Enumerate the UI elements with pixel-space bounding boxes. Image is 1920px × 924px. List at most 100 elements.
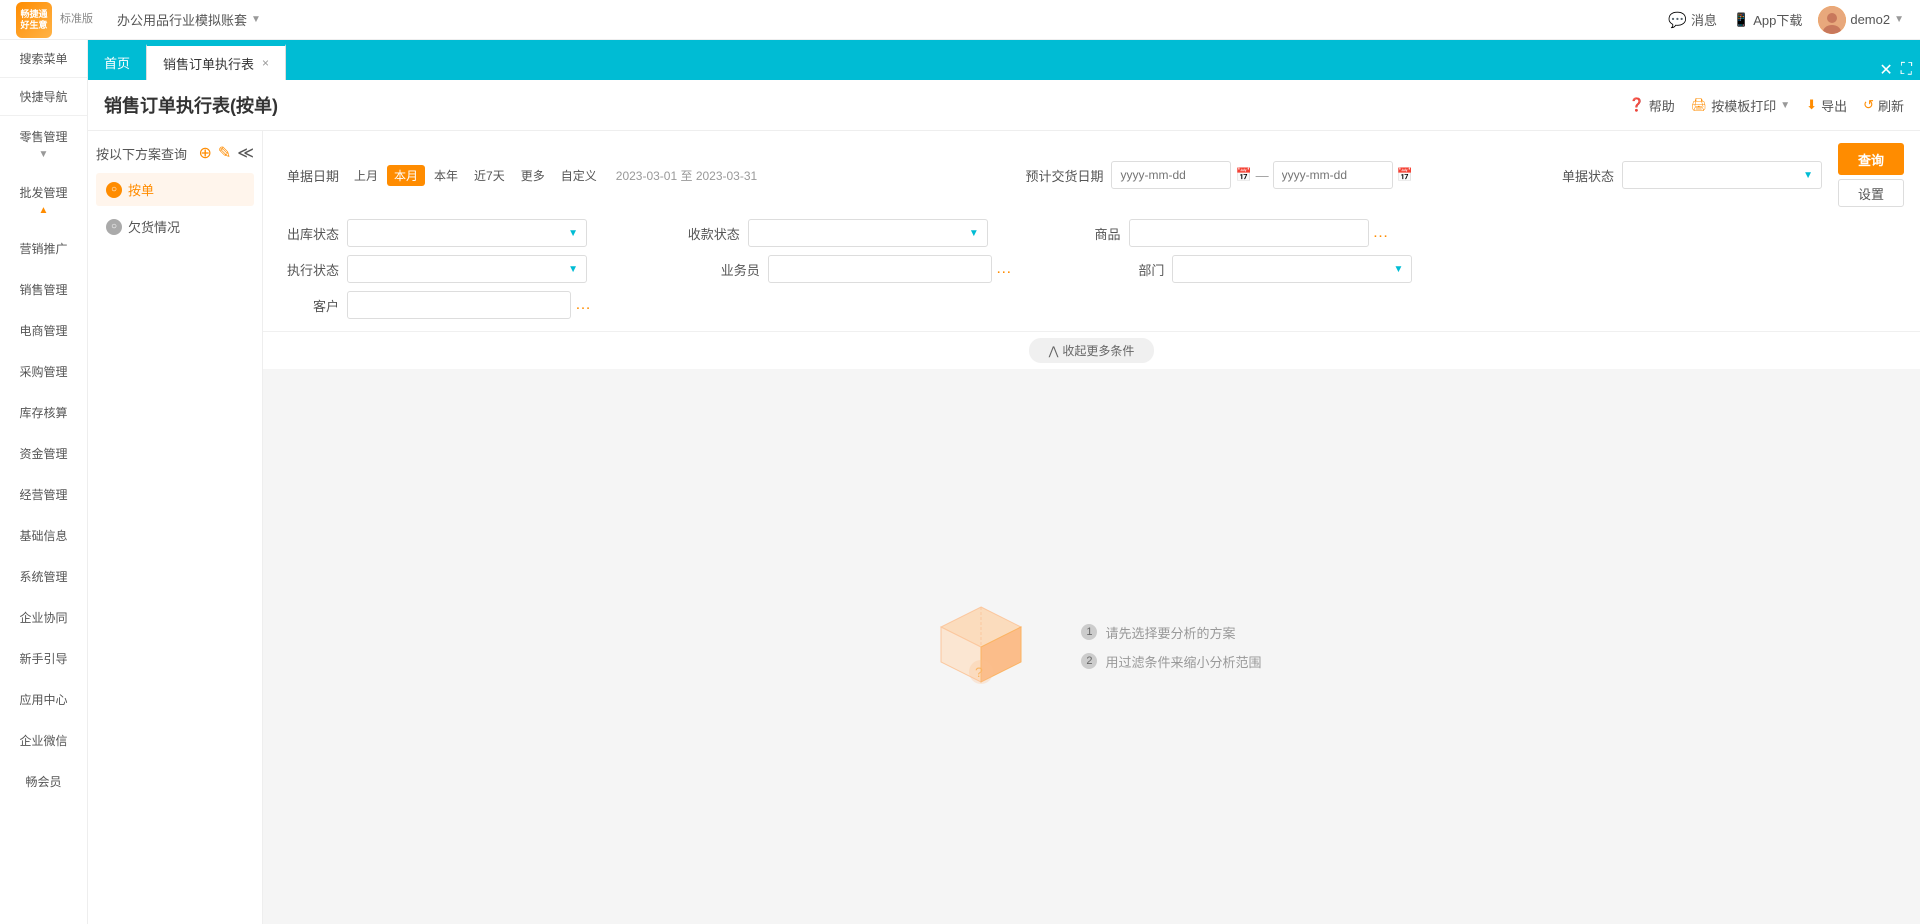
- collapse-btn[interactable]: ⋀ 收起更多条件: [1029, 338, 1155, 363]
- tab-bar: 首页 销售订单执行表 × ✕ ⛶: [88, 40, 1920, 80]
- empty-tip-2: 2 用过滤条件来缩小分析范围: [1081, 652, 1261, 671]
- sidebar-item-apps[interactable]: 应用中心: [0, 679, 87, 720]
- dept-arrow: ▼: [1394, 264, 1404, 275]
- marketing-label: 营销推广: [19, 240, 67, 257]
- system-label: 系统管理: [19, 568, 67, 585]
- sidebar-item-purchase[interactable]: 采购管理: [0, 351, 87, 392]
- expected-date-end[interactable]: [1273, 161, 1393, 189]
- main-content: 按以下方案查询 ⊕ ✎ ≪ ○ 按单 ○: [88, 131, 1920, 924]
- maximize-window-btn[interactable]: ⛶: [1901, 61, 1912, 79]
- close-window-btn[interactable]: ✕: [1879, 60, 1892, 80]
- date-tab-more[interactable]: 更多: [514, 165, 552, 186]
- scheme-item-order-icon: ○: [106, 182, 122, 198]
- user-profile[interactable]: demo2 ▼: [1818, 6, 1904, 34]
- customer-dots-btn[interactable]: …: [575, 296, 591, 314]
- refresh-btn[interactable]: ↺ 刷新: [1863, 96, 1904, 115]
- date-tabs: 上月 本月 本年 近7天 更多 自定义: [347, 165, 604, 186]
- goods-input[interactable]: [1129, 219, 1369, 247]
- tab-bar-right-actions: ✕ ⛶: [1871, 60, 1920, 80]
- date-tab-7days[interactable]: 近7天: [467, 165, 512, 186]
- sidebar-item-newbie[interactable]: 新手引导: [0, 638, 87, 679]
- scheme-panel-actions: ⊕ ✎ ≪: [198, 143, 254, 163]
- receipt-label: 收款状态: [680, 224, 740, 243]
- salesperson-dots-btn[interactable]: …: [996, 260, 1012, 278]
- tip1-num: 1: [1081, 624, 1097, 640]
- scheme-item-shortage[interactable]: ○ 欠货情况: [96, 210, 254, 243]
- sidebar-item-basic[interactable]: 基础信息: [0, 515, 87, 556]
- outstock-arrow: ▼: [568, 228, 578, 239]
- collapse-icon: ⋀: [1049, 344, 1059, 358]
- scheme-edit-icon[interactable]: ✎: [218, 143, 231, 163]
- exec-dropdown[interactable]: ▼: [347, 255, 587, 283]
- sidebar-item-sales[interactable]: 销售管理: [0, 269, 87, 310]
- date-tab-this-month[interactable]: 本月: [387, 165, 425, 186]
- sidebar-item-wholesale[interactable]: 批发管理 ▲: [0, 172, 87, 228]
- tab-sales-order[interactable]: 销售订单执行表 ×: [146, 44, 286, 80]
- salesperson-input[interactable]: [768, 255, 992, 283]
- sales-label: 销售管理: [19, 281, 67, 298]
- sidebar-item-retail[interactable]: 零售管理 ▼: [0, 116, 87, 172]
- tab-home[interactable]: 首页: [88, 44, 146, 80]
- dept-dropdown[interactable]: ▼: [1172, 255, 1412, 283]
- date-start-icon[interactable]: 📅: [1235, 167, 1251, 183]
- date-separator: —: [1256, 168, 1269, 183]
- scheme-item-order[interactable]: ○ 按单: [96, 173, 254, 206]
- wholesale-arrow: ▲: [39, 205, 49, 216]
- receipt-arrow: ▼: [969, 228, 979, 239]
- inventory-label: 库存核算: [19, 404, 67, 421]
- sidebar-search[interactable]: 搜索菜单: [0, 40, 87, 78]
- expected-date-group: 📅 — 📅: [1111, 161, 1412, 189]
- content-area: 首页 销售订单执行表 × ✕ ⛶ 销售订单执行表(按单): [88, 40, 1920, 924]
- goods-dots-btn[interactable]: …: [1373, 224, 1389, 242]
- help-btn[interactable]: ❓ 帮助: [1629, 96, 1675, 115]
- sidebar-quicknav[interactable]: 快捷导航: [0, 78, 87, 116]
- finance-label: 资金管理: [19, 445, 67, 462]
- download-icon: 📱: [1733, 12, 1749, 28]
- empty-state: ? 1 请先选择要分析的方案: [263, 369, 1920, 924]
- export-btn[interactable]: ⬇ 导出: [1806, 96, 1847, 115]
- date-tab-this-year[interactable]: 本年: [427, 165, 465, 186]
- wechat-label: 企业微信: [19, 732, 67, 749]
- customer-input[interactable]: [347, 291, 571, 319]
- wholesale-label: 批发管理: [19, 184, 67, 201]
- scheme-panel: 按以下方案查询 ⊕ ✎ ≪ ○ 按单 ○: [88, 131, 263, 924]
- tip1-text: 请先选择要分析的方案: [1105, 623, 1235, 642]
- outstock-dropdown[interactable]: ▼: [347, 219, 587, 247]
- date-end-icon[interactable]: 📅: [1397, 167, 1413, 183]
- industry-dropdown-icon: ▼: [251, 14, 261, 25]
- customer-label: 客户: [279, 296, 339, 315]
- scheme-add-icon[interactable]: ⊕: [198, 143, 211, 163]
- app-download-btn[interactable]: 📱 App下载: [1733, 10, 1802, 29]
- expected-date-start[interactable]: [1111, 161, 1231, 189]
- sidebar-item-operations[interactable]: 经营管理: [0, 474, 87, 515]
- sidebar: 搜索菜单 快捷导航 零售管理 ▼ 批发管理 ▲ 营销推广 销售管理 电商管理 采…: [0, 40, 88, 924]
- sidebar-item-marketing[interactable]: 营销推广: [0, 228, 87, 269]
- tip2-num: 2: [1081, 653, 1097, 669]
- sidebar-item-system[interactable]: 系统管理: [0, 556, 87, 597]
- receipt-dropdown[interactable]: ▼: [748, 219, 988, 247]
- top-bar: 畅捷通好生意 标准版 办公用品行业模拟账套 ▼ 💬 消息 📱 App下载: [0, 0, 1920, 40]
- date-tab-last-month[interactable]: 上月: [347, 165, 385, 186]
- settings-btn[interactable]: 设置: [1838, 179, 1904, 207]
- scheme-item-order-label: 按单: [128, 180, 154, 199]
- sidebar-item-finance[interactable]: 资金管理: [0, 433, 87, 474]
- svg-text:?: ?: [975, 664, 983, 680]
- sidebar-item-member[interactable]: 畅会员: [0, 761, 87, 802]
- industry-selector[interactable]: 办公用品行业模拟账套 ▼: [117, 10, 261, 29]
- message-btn[interactable]: 💬 消息: [1668, 10, 1717, 29]
- print-btn[interactable]: 🖨 按模板打印 ▼: [1691, 96, 1790, 115]
- sidebar-item-ecommerce[interactable]: 电商管理: [0, 310, 87, 351]
- scheme-collapse-icon[interactable]: ≪: [237, 143, 254, 163]
- query-btn[interactable]: 查询: [1838, 143, 1904, 175]
- top-bar-right: 💬 消息 📱 App下载 demo2 ▼: [1668, 6, 1904, 34]
- filter-area: 单据日期 上月 本月 本年 近7天 更多 自定义: [263, 131, 1920, 369]
- sidebar-item-inventory[interactable]: 库存核算: [0, 392, 87, 433]
- bill-status-dropdown[interactable]: ▼: [1622, 161, 1822, 189]
- tab-close-icon[interactable]: ×: [262, 56, 269, 70]
- scheme-item-shortage-label: 欠货情况: [128, 217, 180, 236]
- sidebar-item-wechat[interactable]: 企业微信: [0, 720, 87, 761]
- sidebar-item-enterprise[interactable]: 企业协同: [0, 597, 87, 638]
- date-tab-custom[interactable]: 自定义: [554, 165, 604, 186]
- newbie-label: 新手引导: [19, 650, 67, 667]
- page-body: 销售订单执行表(按单) ❓ 帮助 🖨 按模板打印 ▼ ⬇: [88, 80, 1920, 924]
